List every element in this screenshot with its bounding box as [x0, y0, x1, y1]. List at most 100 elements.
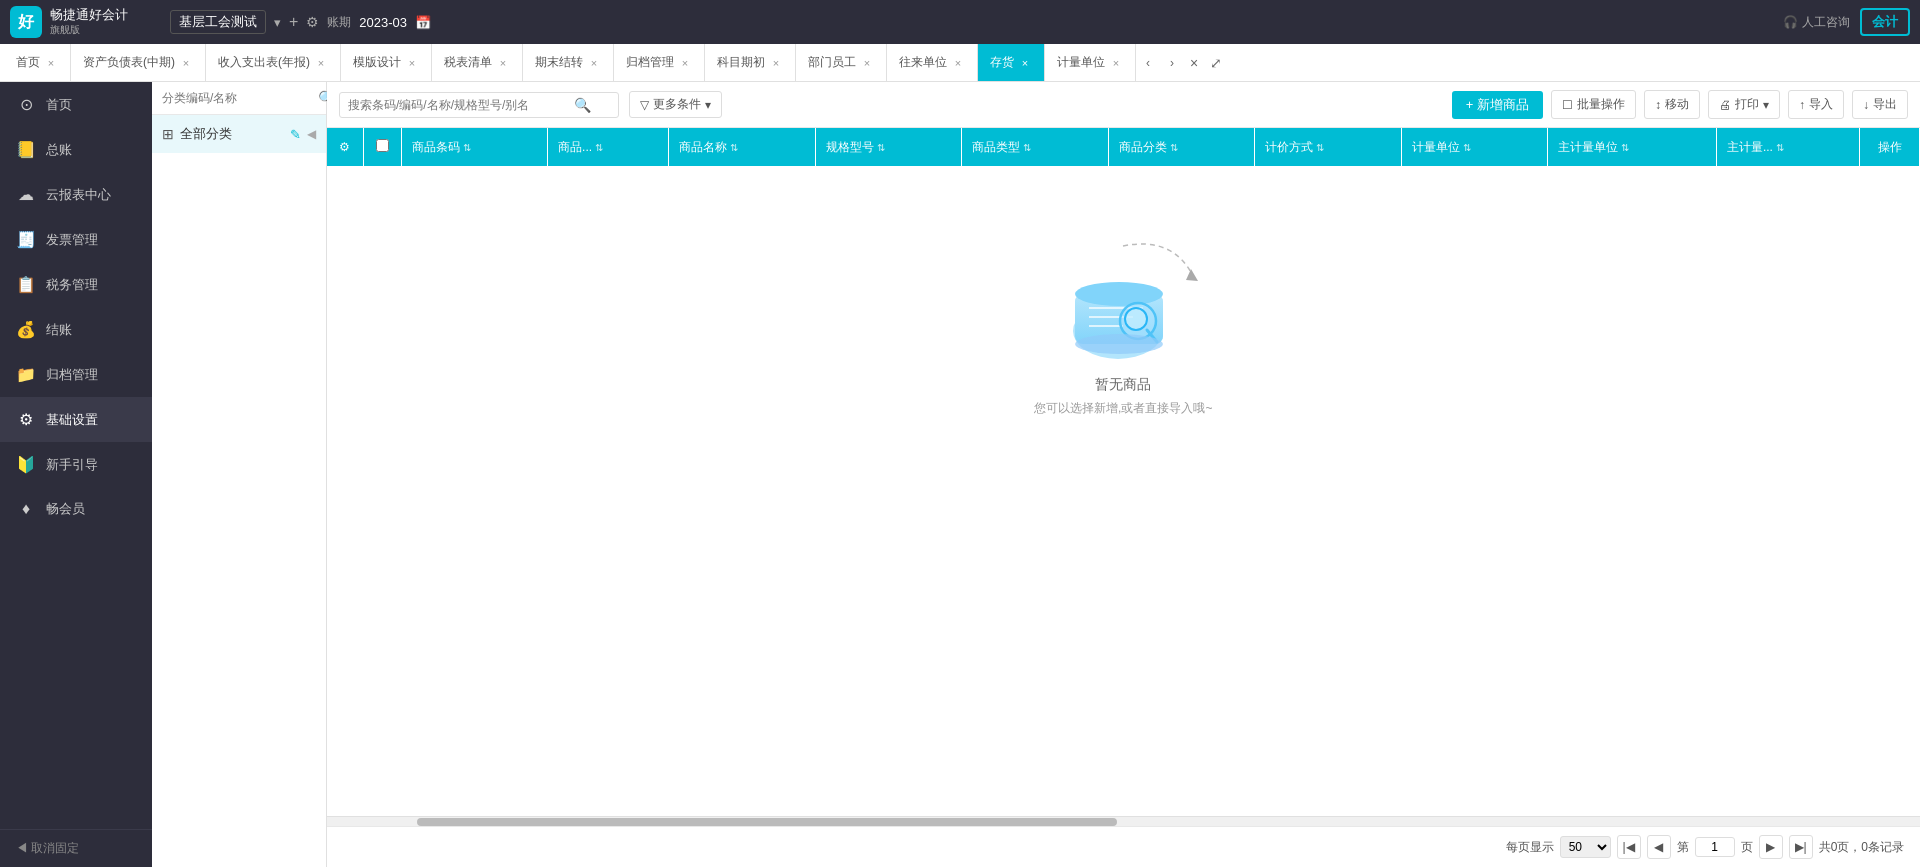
sidebar-item-basic[interactable]: ⚙ 基础设置 [0, 397, 152, 442]
invoice-icon: 🧾 [16, 230, 36, 249]
th-checkbox[interactable] [363, 128, 401, 166]
empty-desc: 您可以选择新增,或者直接导入哦~ [1034, 400, 1212, 417]
tab-balance-close[interactable]: × [179, 56, 193, 70]
move-icon: ↕ [1655, 98, 1661, 112]
tab-vendor-label: 往来单位 [899, 54, 947, 71]
prev-page-button[interactable]: ◀ [1647, 835, 1671, 859]
sidebar-item-invoice[interactable]: 🧾 发票管理 [0, 217, 152, 262]
more-filter-button[interactable]: ▽ 更多条件 ▾ [629, 91, 722, 118]
next-page-button[interactable]: ▶ [1759, 835, 1783, 859]
th-gear[interactable]: ⚙ [327, 128, 363, 166]
th-col3: 主计量...⇅ [1716, 128, 1859, 166]
batch-label: 批量操作 [1577, 96, 1625, 113]
page-number-input[interactable]: 1 [1695, 837, 1735, 857]
svg-point-11 [1075, 334, 1163, 354]
add-product-button[interactable]: + 新增商品 [1452, 91, 1543, 119]
tab-income-label: 收入支出表(年报) [218, 54, 310, 71]
tab-department[interactable]: 部门员工 × [796, 44, 887, 82]
first-page-button[interactable]: |◀ [1617, 835, 1641, 859]
unpin-button[interactable]: ◀ 取消固定 [0, 829, 152, 867]
tab-inventory-label: 存货 [990, 54, 1014, 71]
tab-subject-close[interactable]: × [769, 56, 783, 70]
logo-text-block: 畅捷通好会计 旗舰版 [50, 7, 128, 37]
sidebar-label-close: 结账 [46, 321, 72, 339]
category-edit-icon[interactable]: ✎ [290, 127, 301, 142]
tab-income-close[interactable]: × [314, 56, 328, 70]
toolbar: 🔍 ▽ 更多条件 ▾ + 新增商品 ☐ 批量操作 [327, 82, 1920, 128]
category-all-label: 全部分类 [180, 125, 284, 143]
sidebar-label-ledger: 总账 [46, 141, 72, 159]
products-table: ⚙ 商品条码⇅ 商品...⇅ 商品名称⇅ 规格型号⇅ 商品类型⇅ 商品分类⇅ [327, 128, 1920, 477]
add-tab-button[interactable]: + [289, 13, 298, 31]
th-unit: 计量单位⇅ [1401, 128, 1548, 166]
tab-template-close[interactable]: × [405, 56, 419, 70]
tab-vendor-close[interactable]: × [951, 56, 965, 70]
tab-period-close[interactable]: 期末结转 × [523, 44, 614, 82]
tab-home[interactable]: 首页 × [4, 44, 71, 82]
main-search-input[interactable] [348, 98, 568, 112]
category-collapse-icon[interactable]: ◀ [307, 127, 316, 141]
tab-nav-left[interactable]: ‹ [1136, 44, 1160, 82]
import-label: 导入 [1809, 96, 1833, 113]
export-button[interactable]: ↓ 导出 [1852, 90, 1908, 119]
tab-unit-close[interactable]: × [1109, 56, 1123, 70]
export-icon: ↓ [1863, 98, 1869, 112]
tab-income[interactable]: 收入支出表(年报) × [206, 44, 341, 82]
batch-ops-button[interactable]: ☐ 批量操作 [1551, 90, 1636, 119]
tab-archive[interactable]: 归档管理 × [614, 44, 705, 82]
sidebar-item-home[interactable]: ⊙ 首页 [0, 82, 152, 127]
service-button[interactable]: 🎧 人工咨询 [1783, 14, 1850, 31]
tab-inventory-close[interactable]: × [1018, 56, 1032, 70]
settings-icon[interactable]: ⚙ [306, 14, 319, 30]
move-label: 移动 [1665, 96, 1689, 113]
tab-vendor[interactable]: 往来单位 × [887, 44, 978, 82]
tab-home-close[interactable]: × [44, 56, 58, 70]
tab-balance[interactable]: 资产负债表(中期) × [71, 44, 206, 82]
main-search-icon[interactable]: 🔍 [574, 97, 591, 113]
print-button[interactable]: 🖨 打印 ▾ [1708, 90, 1780, 119]
select-all-checkbox[interactable] [376, 139, 389, 152]
page-size-select[interactable]: 20 50 100 200 [1560, 836, 1611, 858]
table-container: ⚙ 商品条码⇅ 商品...⇅ 商品名称⇅ 规格型号⇅ 商品类型⇅ 商品分类⇅ [327, 128, 1920, 816]
grid-icon: ⊞ [162, 126, 174, 142]
close-all-tabs-button[interactable]: × [1184, 55, 1204, 71]
th-category: 商品分类⇅ [1108, 128, 1255, 166]
import-button[interactable]: ↑ 导入 [1788, 90, 1844, 119]
tab-tax[interactable]: 税表清单 × [432, 44, 523, 82]
sidebar-item-guide[interactable]: 🔰 新手引导 [0, 442, 152, 487]
tab-archive-label: 归档管理 [626, 54, 674, 71]
scroll-thumb[interactable] [417, 818, 1117, 826]
tab-bar: 首页 × 资产负债表(中期) × 收入支出表(年报) × 模版设计 × 税表清单… [0, 44, 1920, 82]
tab-tax-close[interactable]: × [496, 56, 510, 70]
th-name: 商品名称⇅ [669, 128, 816, 166]
sidebar-item-tax[interactable]: 📋 税务管理 [0, 262, 152, 307]
move-button[interactable]: ↕ 移动 [1644, 90, 1700, 119]
pagination-bar: 每页显示 20 50 100 200 |◀ ◀ 第 1 页 ▶ ▶| 共0页，0… [327, 826, 1920, 867]
expand-tabs-button[interactable]: ⤢ [1204, 55, 1228, 71]
sidebar-item-ledger[interactable]: 📒 总账 [0, 127, 152, 172]
last-page-button[interactable]: ▶| [1789, 835, 1813, 859]
calendar-icon[interactable]: 📅 [415, 15, 431, 30]
tab-unit[interactable]: 计量单位 × [1045, 44, 1136, 82]
th-type: 商品类型⇅ [962, 128, 1109, 166]
sidebar-item-close[interactable]: 💰 结账 [0, 307, 152, 352]
tab-template[interactable]: 模版设计 × [341, 44, 432, 82]
category-all-item[interactable]: ⊞ 全部分类 ✎ ◀ [152, 115, 326, 153]
tab-subject[interactable]: 科目期初 × [705, 44, 796, 82]
content-area: 🔍 ⊞ 全部分类 ✎ ◀ 🔍 ▽ [152, 82, 1920, 867]
sidebar-item-member[interactable]: ♦ 畅会员 [0, 487, 152, 531]
sidebar-label-tax: 税务管理 [46, 276, 98, 294]
sidebar-item-archive[interactable]: 📁 归档管理 [0, 352, 152, 397]
app-name: 畅捷通好会计 [50, 7, 128, 23]
tab-nav-right[interactable]: › [1160, 44, 1184, 82]
account-button[interactable]: 会计 [1860, 8, 1910, 36]
basic-icon: ⚙ [16, 410, 36, 429]
tab-department-close[interactable]: × [860, 56, 874, 70]
tab-archive-close[interactable]: × [678, 56, 692, 70]
category-search-input[interactable] [162, 91, 312, 105]
company-selector[interactable]: 基层工会测试 [170, 10, 266, 34]
tab-period-close-close[interactable]: × [587, 56, 601, 70]
tab-inventory[interactable]: 存货 × [978, 44, 1045, 82]
table-horizontal-scrollbar[interactable] [327, 816, 1920, 826]
sidebar-item-report[interactable]: ☁ 云报表中心 [0, 172, 152, 217]
